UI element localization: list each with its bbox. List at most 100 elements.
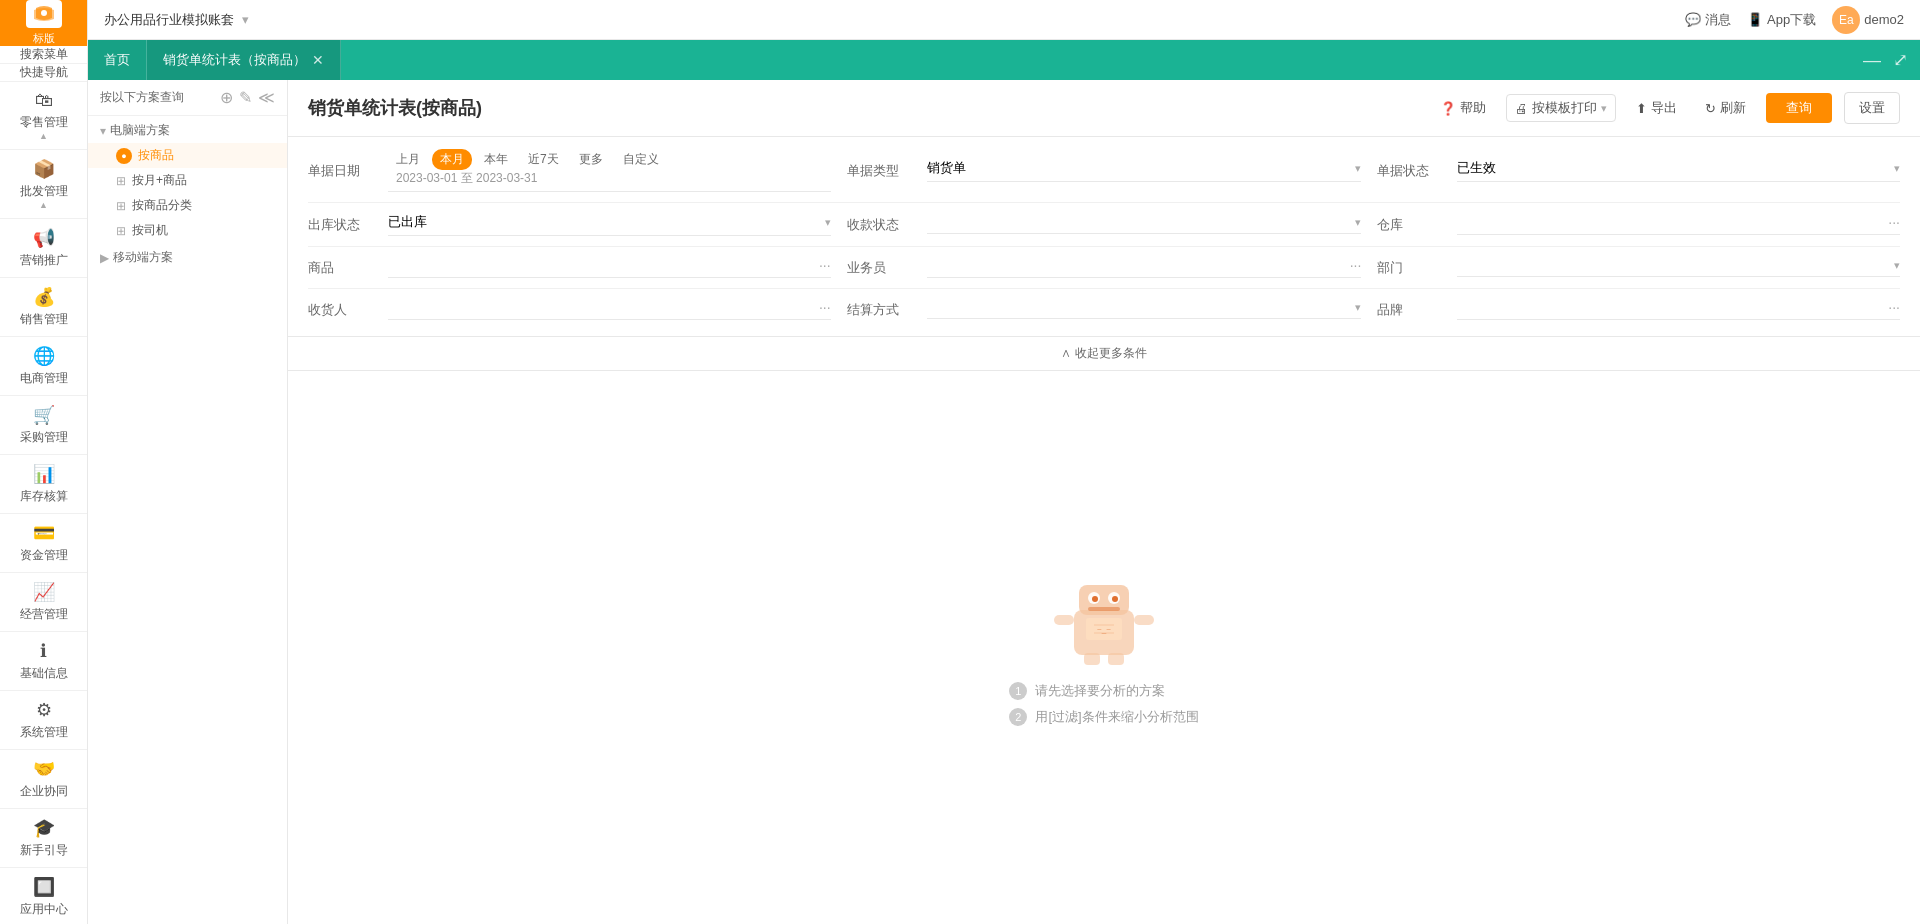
sidebar-item-system[interactable]: ⚙ 系统管理 [0, 691, 88, 750]
sidebar-item-apps[interactable]: 🔲 应用中心 [0, 868, 88, 924]
add-scheme-icon[interactable]: ⊕ [220, 88, 233, 107]
hint-text-2: 用[过滤]条件来缩小分析范围 [1035, 708, 1198, 726]
settings-btn[interactable]: 设置 [1844, 92, 1900, 124]
dept-control[interactable]: ▾ [1457, 259, 1900, 277]
hint-num-1: 1 [1009, 682, 1027, 700]
tab-home-label: 首页 [104, 51, 130, 69]
filter-row-1: 单据日期 上月 本月 本年 近7天 更多 自定义 2023-03-01 至 20… [308, 149, 1900, 203]
receiver-dots-icon[interactable]: ··· [819, 299, 831, 315]
sidebar-label-basic: 基础信息 [20, 665, 68, 682]
out-status-label: 出库状态 [308, 216, 388, 234]
system-icon: ⚙ [36, 699, 52, 721]
status-value: 已生效 [1457, 159, 1496, 177]
filter-date-cell: 单据日期 上月 本月 本年 近7天 更多 自定义 2023-03-01 至 20… [308, 149, 839, 192]
quick-nav[interactable]: 快捷导航 [0, 64, 88, 82]
sidebar-item-inventory[interactable]: 📊 库存核算 [0, 455, 88, 514]
date-tab-custom[interactable]: 自定义 [615, 149, 667, 170]
app-download-btn[interactable]: 📱 App下载 [1747, 11, 1816, 29]
brand-dots-icon[interactable]: ··· [1888, 299, 1900, 315]
operations-icon: 📈 [33, 581, 55, 603]
left-panel-icons: ⊕ ✎ ≪ [220, 88, 275, 107]
scheme-active-icon: ● [116, 148, 132, 164]
out-status-control[interactable]: 已出库 ▾ [388, 213, 831, 236]
query-btn[interactable]: 查询 [1766, 93, 1832, 123]
type-label: 单据类型 [847, 162, 927, 180]
sidebar-item-ecommerce[interactable]: 🌐 电商管理 [0, 337, 88, 396]
sidebar-label-inventory: 库存核算 [20, 488, 68, 505]
type-control[interactable]: 销货单 ▾ [927, 159, 1362, 182]
quick-nav-label: 快捷导航 [20, 64, 68, 81]
tab-sales-stat-label: 销货单统计表（按商品） [163, 51, 306, 69]
sidebar-item-enterprise[interactable]: 🤝 企业协同 [0, 750, 88, 809]
tab-minimize-icon[interactable]: — [1859, 46, 1885, 75]
sidebar-arrow-wholesale: ▲ [39, 200, 48, 210]
tree-expand-icon[interactable]: ▾ [100, 124, 106, 138]
svg-rect-7 [1088, 607, 1120, 611]
date-tab-7days[interactable]: 近7天 [520, 149, 567, 170]
topbar-dropdown-arrow[interactable]: ▾ [242, 12, 249, 27]
collapse-label: 收起更多条件 [1075, 346, 1147, 360]
sidebar-label-retail: 零售管理 [20, 114, 68, 131]
date-tab-this-month[interactable]: 本月 [432, 149, 472, 170]
filter-status-cell: 单据状态 已生效 ▾ [1369, 149, 1900, 192]
sidebar-item-operations[interactable]: 📈 经营管理 [0, 573, 88, 632]
tab-sales-stat[interactable]: 销货单统计表（按商品） ✕ [147, 40, 341, 80]
sidebar-label-sales: 销售管理 [20, 311, 68, 328]
user-profile[interactable]: Ea demo2 [1832, 6, 1904, 34]
sidebar-arrow-retail: ▲ [39, 131, 48, 141]
goods-dots-icon[interactable]: ··· [819, 257, 831, 273]
page-header-actions: ❓ 帮助 🖨 按模板打印 ▾ ⬆ 导出 ↻ 刷新 [1432, 92, 1900, 136]
tab-home[interactable]: 首页 [88, 40, 147, 80]
sidebar-item-purchase[interactable]: 🛒 采购管理 [0, 396, 88, 455]
warehouse-control[interactable]: ··· [1457, 214, 1900, 235]
template-print-btn[interactable]: 🖨 按模板打印 ▾ [1506, 94, 1616, 122]
help-btn[interactable]: ❓ 帮助 [1432, 95, 1494, 121]
collapse-scheme-icon[interactable]: ≪ [258, 88, 275, 107]
goods-control[interactable]: ··· [388, 257, 831, 278]
salesperson-control[interactable]: ··· [927, 257, 1362, 278]
settlement-control[interactable]: ▾ [927, 301, 1362, 319]
tab-expand-icon[interactable]: ⤢ [1889, 45, 1912, 75]
right-panel: 销货单统计表(按商品) ❓ 帮助 🖨 按模板打印 ▾ ⬆ 导出 [288, 80, 1920, 924]
status-control[interactable]: 已生效 ▾ [1457, 159, 1900, 182]
tree-group-mobile-label: 移动端方案 [113, 249, 173, 266]
tree-group-label: 电脑端方案 [110, 122, 170, 139]
sidebar-item-basic[interactable]: ℹ 基础信息 [0, 632, 88, 691]
filter-warehouse-cell: 仓库 ··· [1369, 213, 1900, 236]
sidebar-item-finance[interactable]: 💳 资金管理 [0, 514, 88, 573]
export-btn[interactable]: ⬆ 导出 [1628, 95, 1685, 121]
refresh-btn[interactable]: ↻ 刷新 [1697, 95, 1754, 121]
sidebar-label-ecommerce: 电商管理 [20, 370, 68, 387]
status-label: 单据状态 [1377, 162, 1457, 180]
page-title: 销货单统计表(按商品) [308, 96, 482, 132]
tree-item-by-category[interactable]: ⊞ 按商品分类 [88, 193, 287, 218]
sidebar-item-retail[interactable]: 🛍 零售管理 ▲ [0, 82, 88, 150]
date-tab-last-month[interactable]: 上月 [388, 149, 428, 170]
retail-icon: 🛍 [35, 90, 53, 111]
collapse-bar[interactable]: ∧ 收起更多条件 [288, 337, 1920, 371]
tree-item-by-goods[interactable]: ● 按商品 [88, 143, 287, 168]
tree-item-by-month-goods[interactable]: ⊞ 按月+商品 [88, 168, 287, 193]
sidebar-item-marketing[interactable]: 📢 营销推广 [0, 219, 88, 278]
edit-scheme-icon[interactable]: ✎ [239, 88, 252, 107]
username: demo2 [1864, 12, 1904, 27]
date-tab-this-year[interactable]: 本年 [476, 149, 516, 170]
sidebar-item-wholesale[interactable]: 📦 批发管理 ▲ [0, 150, 88, 219]
empty-hint-2: 2 用[过滤]条件来缩小分析范围 [1009, 708, 1198, 726]
tab-close-icon[interactable]: ✕ [312, 52, 324, 68]
date-tab-more[interactable]: 更多 [571, 149, 611, 170]
warehouse-dots-icon[interactable]: ··· [1888, 214, 1900, 230]
sidebar-item-guide[interactable]: 🎓 新手引导 [0, 809, 88, 868]
topbar: 办公用品行业模拟账套 ▾ 💬 消息 📱 App下载 Ea demo2 [88, 0, 1920, 40]
search-menu[interactable]: 搜索菜单 [0, 46, 88, 64]
sidebar-item-sales[interactable]: 💰 销售管理 [0, 278, 88, 337]
receiver-control[interactable]: ··· [388, 299, 831, 320]
salesperson-dots-icon[interactable]: ··· [1350, 257, 1362, 273]
message-label: 消息 [1705, 11, 1731, 29]
date-tabs: 上月 本月 本年 近7天 更多 自定义 [388, 149, 831, 170]
message-btn[interactable]: 💬 消息 [1685, 11, 1731, 29]
receipt-status-control[interactable]: ▾ [927, 216, 1362, 234]
tree-item-by-cashier[interactable]: ⊞ 按司机 [88, 218, 287, 243]
brand-control[interactable]: ··· [1457, 299, 1900, 320]
tree-collapse-icon-mobile[interactable]: ▶ [100, 251, 109, 265]
